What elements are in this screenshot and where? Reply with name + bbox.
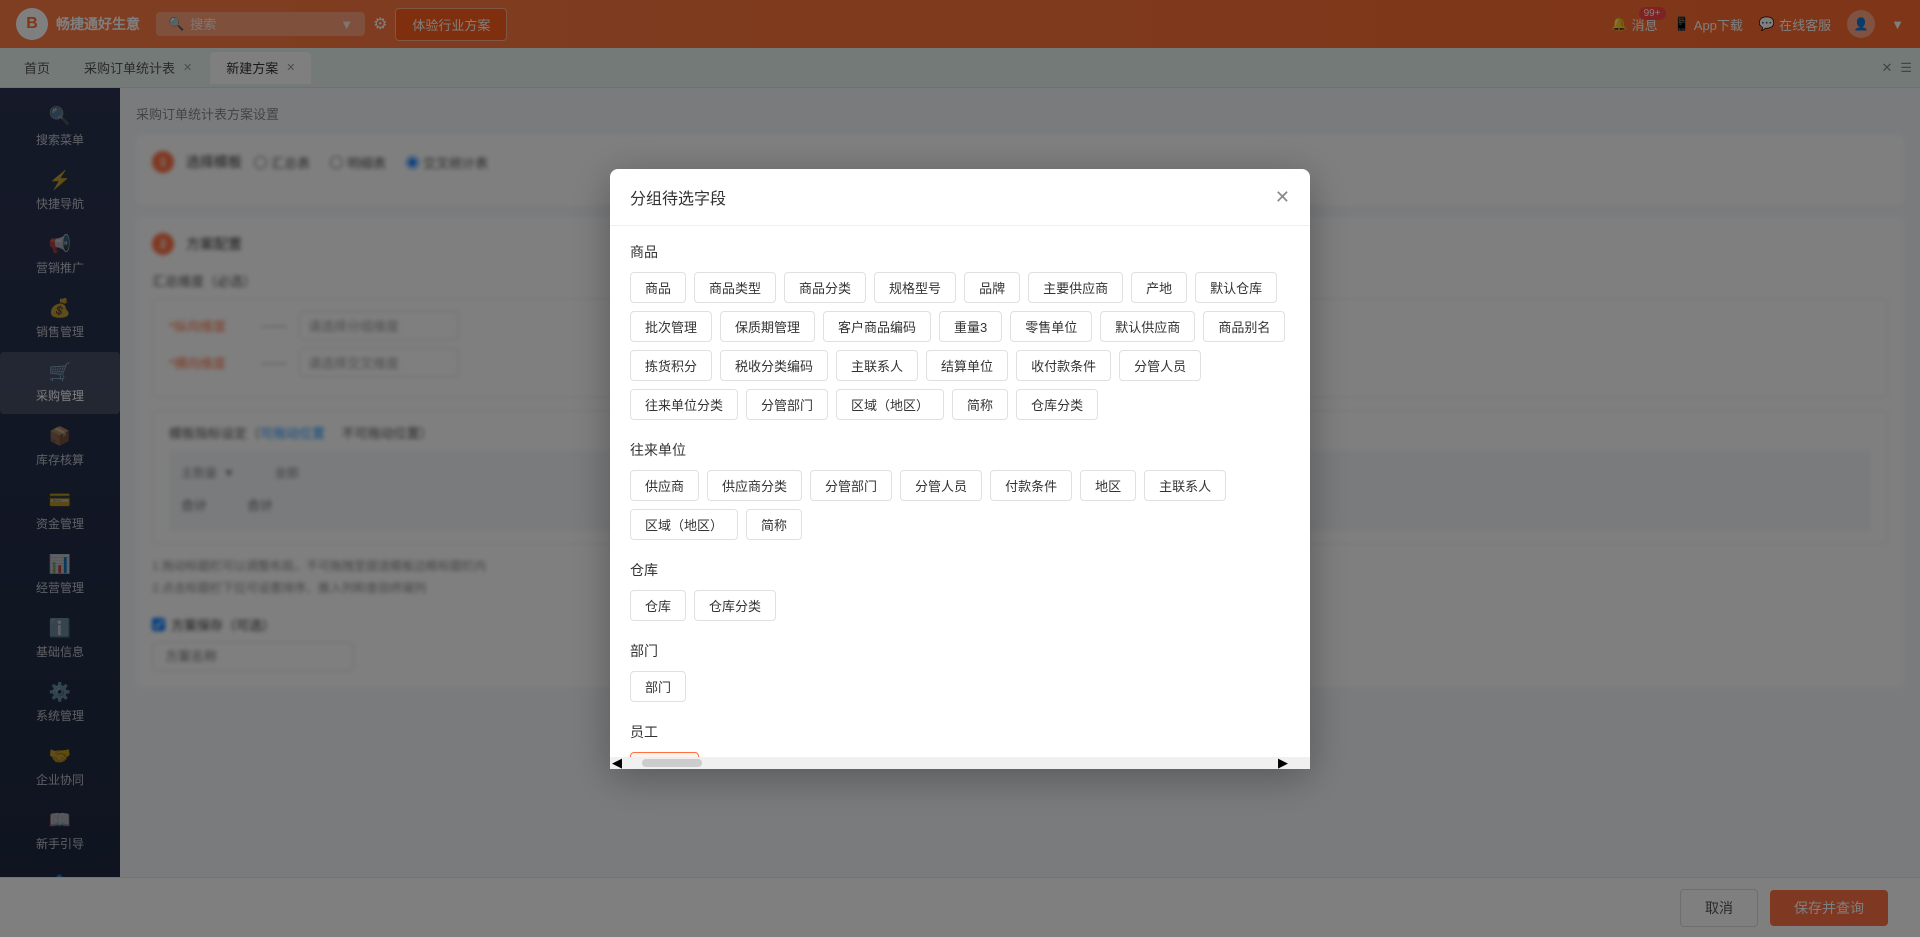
tags-grid-商品: 商品商品类型商品分类规格型号品牌主要供应商产地默认仓库批次管理保质期管理客户商品… bbox=[630, 272, 1290, 420]
tag-商品类型[interactable]: 商品类型 bbox=[694, 272, 776, 303]
modal-dialog: 分组待选字段 ✕ 商品商品商品类型商品分类规格型号品牌主要供应商产地默认仓库批次… bbox=[610, 169, 1310, 769]
tag-简称[interactable]: 简称 bbox=[746, 509, 802, 540]
h-scroll-thumb[interactable] bbox=[642, 759, 702, 767]
tag-保质期管理[interactable]: 保质期管理 bbox=[720, 311, 815, 342]
modal-section-商品: 商品商品商品类型商品分类规格型号品牌主要供应商产地默认仓库批次管理保质期管理客户… bbox=[630, 242, 1290, 420]
tag-主要供应商[interactable]: 主要供应商 bbox=[1028, 272, 1123, 303]
tag-区域（地区）[interactable]: 区域（地区） bbox=[836, 389, 944, 420]
tag-批次管理[interactable]: 批次管理 bbox=[630, 311, 712, 342]
section-title-往来单位: 往来单位 bbox=[630, 440, 1290, 460]
tag-仓库分类[interactable]: 仓库分类 bbox=[694, 590, 776, 621]
h-scroll-left-arrow[interactable]: ◀ bbox=[612, 755, 642, 771]
tag-分管人员[interactable]: 分管人员 bbox=[1119, 350, 1201, 381]
tag-分管部门[interactable]: 分管部门 bbox=[810, 470, 892, 501]
tag-商品分类[interactable]: 商品分类 bbox=[784, 272, 866, 303]
tag-往来单位分类[interactable]: 往来单位分类 bbox=[630, 389, 738, 420]
tag-结算单位[interactable]: 结算单位 bbox=[926, 350, 1008, 381]
modal-horizontal-scrollbar[interactable]: ◀ ▶ bbox=[610, 757, 1310, 769]
tag-仓库[interactable]: 仓库 bbox=[630, 590, 686, 621]
tag-收付款条件[interactable]: 收付款条件 bbox=[1016, 350, 1111, 381]
tag-主联系人[interactable]: 主联系人 bbox=[836, 350, 918, 381]
modal-close-button[interactable]: ✕ bbox=[1275, 188, 1290, 206]
modal-title: 分组待选字段 bbox=[630, 185, 726, 209]
tag-商品别名[interactable]: 商品别名 bbox=[1203, 311, 1285, 342]
tags-grid-仓库: 仓库仓库分类 bbox=[630, 590, 1290, 621]
tag-税收分类编码[interactable]: 税收分类编码 bbox=[720, 350, 828, 381]
tag-区域（地区）[interactable]: 区域（地区） bbox=[630, 509, 738, 540]
modal-section-员工: 员工业务员 bbox=[630, 722, 1290, 757]
tag-客户商品编码[interactable]: 客户商品编码 bbox=[823, 311, 931, 342]
modal-section-仓库: 仓库仓库仓库分类 bbox=[630, 560, 1290, 621]
modal-header: 分组待选字段 ✕ bbox=[610, 169, 1310, 226]
modal-section-往来单位: 往来单位供应商供应商分类分管部门分管人员付款条件地区主联系人区域（地区） 简称 bbox=[630, 440, 1290, 540]
tag-分管人员[interactable]: 分管人员 bbox=[900, 470, 982, 501]
tag-地区[interactable]: 地区 bbox=[1080, 470, 1136, 501]
tag-重量3[interactable]: 重量3 bbox=[939, 311, 1002, 342]
tag-默认供应商[interactable]: 默认供应商 bbox=[1100, 311, 1195, 342]
modal-section-部门: 部门部门 bbox=[630, 641, 1290, 702]
tag-拣货积分[interactable]: 拣货积分 bbox=[630, 350, 712, 381]
modal-body: 商品商品商品类型商品分类规格型号品牌主要供应商产地默认仓库批次管理保质期管理客户… bbox=[610, 226, 1310, 757]
tag-简称[interactable]: 简称 bbox=[952, 389, 1008, 420]
tag-付款条件[interactable]: 付款条件 bbox=[990, 470, 1072, 501]
tag-商品[interactable]: 商品 bbox=[630, 272, 686, 303]
section-title-员工: 员工 bbox=[630, 722, 1290, 742]
tag-仓库分类[interactable]: 仓库分类 bbox=[1016, 389, 1098, 420]
tag-供应商[interactable]: 供应商 bbox=[630, 470, 699, 501]
modal-overlay: 分组待选字段 ✕ 商品商品商品类型商品分类规格型号品牌主要供应商产地默认仓库批次… bbox=[0, 0, 1920, 937]
tag-默认仓库[interactable]: 默认仓库 bbox=[1195, 272, 1277, 303]
tag-品牌[interactable]: 品牌 bbox=[964, 272, 1020, 303]
tag-部门[interactable]: 部门 bbox=[630, 671, 686, 702]
h-scroll-right-arrow[interactable]: ▶ bbox=[1278, 755, 1308, 771]
tags-grid-部门: 部门 bbox=[630, 671, 1290, 702]
tag-产地[interactable]: 产地 bbox=[1131, 272, 1187, 303]
tag-分管部门[interactable]: 分管部门 bbox=[746, 389, 828, 420]
tag-供应商分类[interactable]: 供应商分类 bbox=[707, 470, 802, 501]
tags-grid-往来单位: 供应商供应商分类分管部门分管人员付款条件地区主联系人区域（地区） 简称 bbox=[630, 470, 1290, 540]
tag-零售单位[interactable]: 零售单位 bbox=[1010, 311, 1092, 342]
section-title-部门: 部门 bbox=[630, 641, 1290, 661]
tag-主联系人[interactable]: 主联系人 bbox=[1144, 470, 1226, 501]
tag-规格型号[interactable]: 规格型号 bbox=[874, 272, 956, 303]
section-title-仓库: 仓库 bbox=[630, 560, 1290, 580]
section-title-商品: 商品 bbox=[630, 242, 1290, 262]
